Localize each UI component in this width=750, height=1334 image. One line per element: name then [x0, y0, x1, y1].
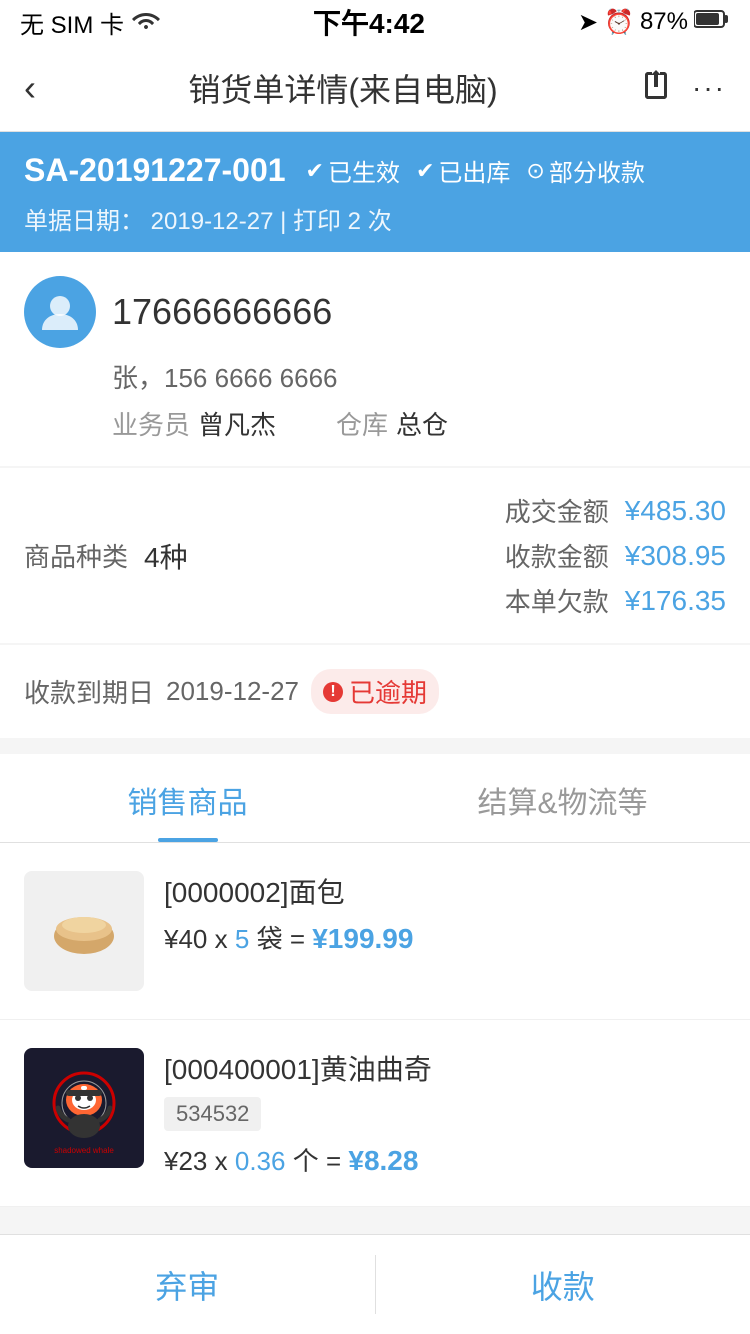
status-left: 无 SIM 卡: [20, 5, 160, 40]
badge-active: ✔ 已生效: [306, 153, 400, 188]
customer-avatar: [24, 276, 96, 348]
banner-date: 单据日期： 2019-12-27 | 打印 2 次: [24, 201, 726, 236]
clock-icon: ⊙: [526, 158, 544, 184]
due-label: 收款到期日: [24, 673, 154, 710]
nav-actions: ···: [640, 68, 726, 108]
product-name-2: [000400001]黄油曲奇: [164, 1048, 726, 1088]
share-icon[interactable]: [640, 68, 672, 108]
carrier-text: 无 SIM 卡: [20, 5, 124, 40]
overdue-icon: !: [323, 682, 343, 702]
product-qty-2: 0.36: [235, 1146, 286, 1176]
warehouse-value: 总仓: [396, 405, 448, 442]
product-name-1: [0000002]面包: [164, 871, 726, 911]
product-price-2: ¥23 x 0.36 个 = ¥8.28: [164, 1141, 726, 1178]
product-total-2: ¥8.28: [348, 1145, 418, 1176]
product-details-2: [000400001]黄油曲奇 534532 ¥23 x 0.36 个 = ¥8…: [164, 1048, 726, 1178]
product-image-2: shadowed whale: [24, 1048, 144, 1168]
bottom-bar: 弃审 收款: [0, 1234, 750, 1334]
receipt-amount: ¥308.95: [625, 540, 726, 572]
order-id: SA-20191227-001: [24, 152, 286, 189]
status-bar: 无 SIM 卡 下午4:42 ➤ ⏰ 87%: [0, 0, 750, 44]
warehouse-label: 仓库: [336, 405, 388, 442]
more-icon[interactable]: ···: [692, 72, 726, 104]
product-image-1: [24, 871, 144, 991]
product-total-1: ¥199.99: [312, 923, 413, 954]
debt-amount: ¥176.35: [625, 585, 726, 617]
product-tag-2: 534532: [164, 1097, 261, 1131]
badge-shipped: ✔ 已出库: [416, 153, 510, 188]
status-right: ➤ ⏰ 87%: [578, 8, 730, 37]
customer-section: 17666666666 张，156 6666 6666 业务员 曾凡杰 仓库 总…: [0, 252, 750, 466]
product-item-1: [0000002]面包 ¥40 x 5 袋 = ¥199.99: [0, 843, 750, 1020]
tab-settlement[interactable]: 结算&物流等: [375, 754, 750, 842]
salesperson-label: 业务员: [112, 405, 190, 442]
confirm-button[interactable]: 收款: [376, 1235, 750, 1334]
receipt-label: 收款金额: [505, 537, 609, 574]
check-icon-2: ✔: [416, 158, 434, 184]
due-date: 2019-12-27: [166, 676, 299, 707]
product-price-1: ¥40 x 5 袋 = ¥199.99: [164, 919, 726, 956]
location-icon: ➤: [578, 8, 598, 37]
customer-contact: 张，156 6666 6666: [24, 358, 726, 395]
svg-text:shadowed whale: shadowed whale: [54, 1146, 114, 1155]
badge-partial: ⊙ 部分收款: [526, 153, 644, 188]
product-list: [0000002]面包 ¥40 x 5 袋 = ¥199.99: [0, 843, 750, 1207]
product-item-2: shadowed whale [000400001]黄油曲奇 534532 ¥2…: [0, 1020, 750, 1207]
salesperson-value: 曾凡杰: [198, 405, 276, 442]
type-label: 商品种类: [24, 537, 128, 574]
product-details-1: [0000002]面包 ¥40 x 5 袋 = ¥199.99: [164, 871, 726, 956]
cancel-button[interactable]: 弃审: [0, 1235, 375, 1334]
overdue-text: 已逾期: [349, 673, 427, 710]
customer-meta: 业务员 曾凡杰 仓库 总仓: [24, 405, 726, 442]
header-banner: SA-20191227-001 ✔ 已生效 ✔ 已出库 ⊙ 部分收款 单据日期：…: [0, 132, 750, 252]
alarm-icon: ⏰: [604, 8, 634, 37]
debt-label: 本单欠款: [505, 582, 609, 619]
status-badges: ✔ 已生效 ✔ 已出库 ⊙ 部分收款: [306, 153, 645, 188]
battery-text: 87%: [640, 8, 688, 36]
nav-bar: ‹ 销货单详情(来自电脑) ···: [0, 44, 750, 132]
product-qty-1: 5: [235, 924, 249, 954]
battery-icon: [694, 8, 730, 36]
tabs: 销售商品 结算&物流等: [0, 754, 750, 843]
customer-phone: 17666666666: [112, 291, 332, 333]
wifi-icon: [132, 8, 160, 36]
payment-due-section: 收款到期日 2019-12-27 ! 已逾期: [0, 645, 750, 738]
page-title: 销货单详情(来自电脑): [46, 65, 640, 111]
status-time: 下午4:42: [313, 2, 425, 42]
check-icon-1: ✔: [306, 158, 324, 184]
overdue-badge: ! 已逾期: [311, 669, 439, 714]
type-count: 4种: [144, 536, 188, 576]
tab-products[interactable]: 销售商品: [0, 754, 375, 842]
trans-amount: ¥485.30: [625, 495, 726, 527]
trans-label: 成交金额: [505, 492, 609, 529]
stats-section: 商品种类 4种 成交金额 ¥485.30 收款金额 ¥308.95 本单欠款 ¥…: [0, 468, 750, 643]
back-button[interactable]: ‹: [24, 57, 46, 119]
